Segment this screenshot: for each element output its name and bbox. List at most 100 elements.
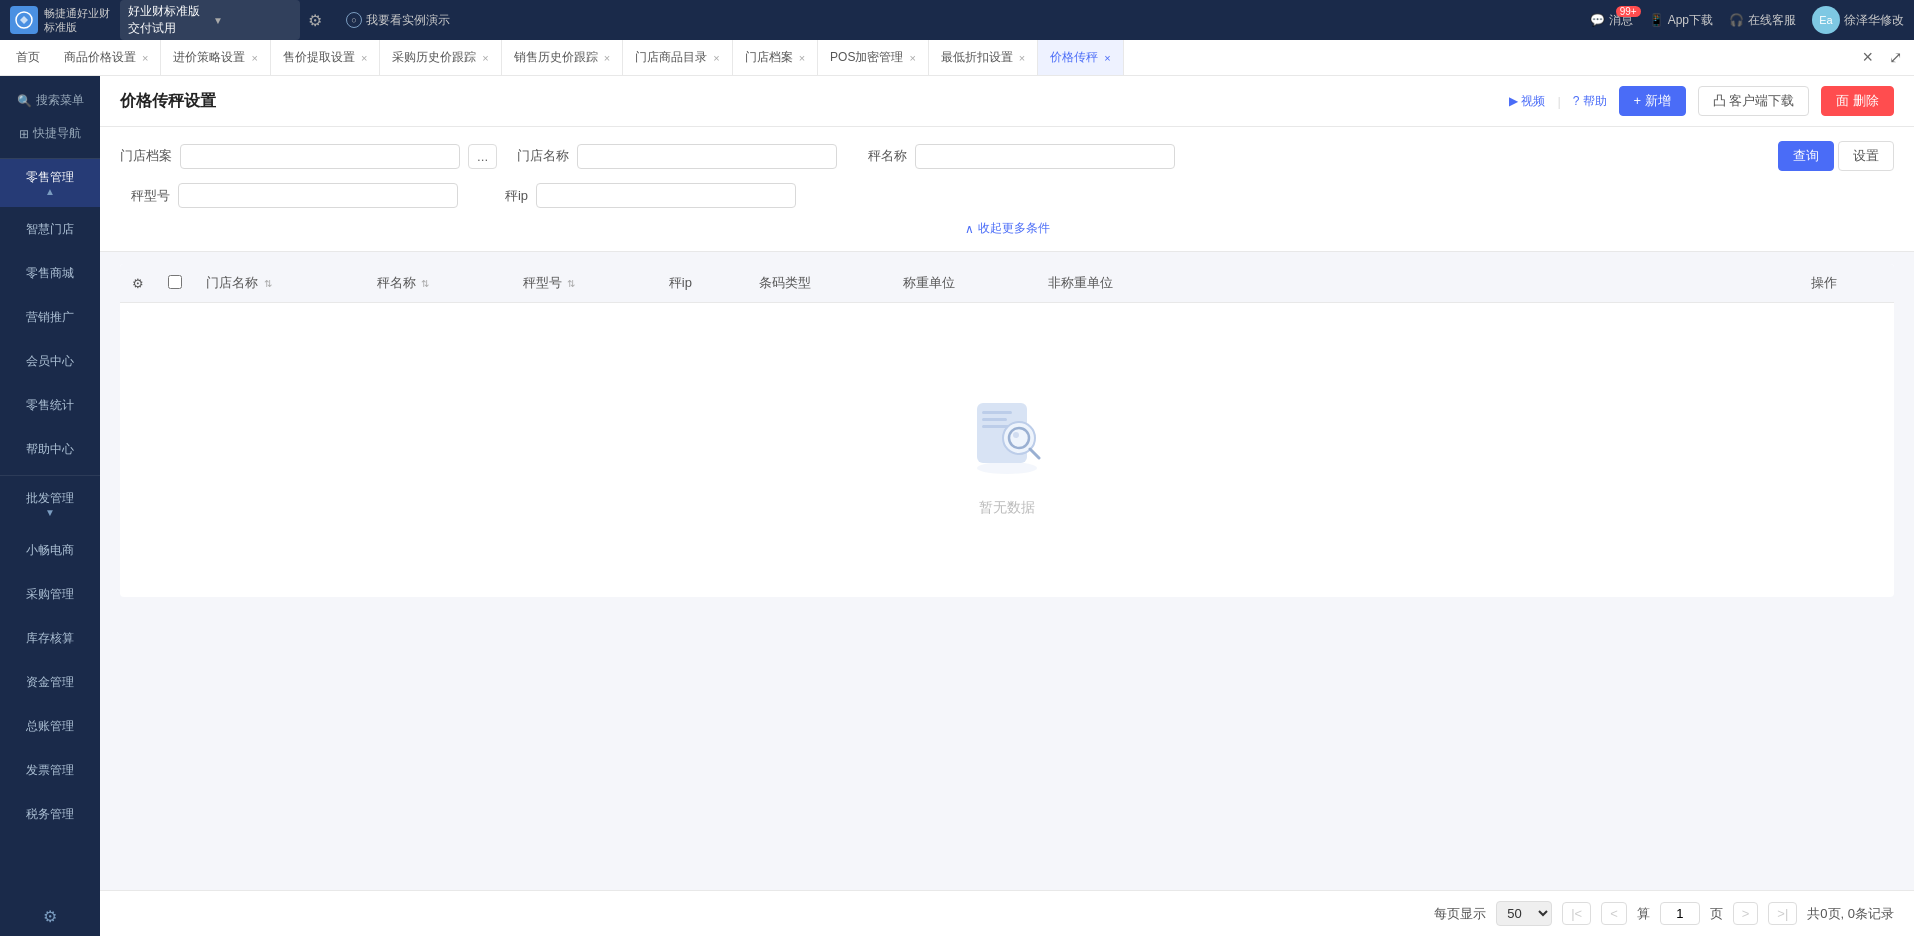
tab-close-icon[interactable]: ×	[1104, 52, 1110, 64]
online-service-btn[interactable]: 🎧 在线客服	[1729, 12, 1796, 29]
sidebar-item-ledger[interactable]: 总账管理	[0, 704, 100, 748]
tab-close-icon[interactable]: ×	[604, 52, 610, 64]
add-button[interactable]: + 新增	[1619, 86, 1686, 116]
demo-circle-icon: ○	[346, 12, 362, 28]
tab-close-icon[interactable]: ×	[142, 52, 148, 64]
sidebar-item-ecommerce[interactable]: 小畅电商	[0, 528, 100, 572]
expand-tab-btn[interactable]: ⤢	[1885, 48, 1906, 67]
scale-model-input[interactable]	[178, 183, 458, 208]
sidebar-item-finance[interactable]: 资金管理	[0, 660, 100, 704]
select-all-checkbox[interactable]	[168, 275, 182, 289]
tab-pos-encrypt[interactable]: POS加密管理 ×	[818, 40, 929, 76]
tab-label: 进价策略设置	[173, 49, 245, 66]
tab-store-archive[interactable]: 门店档案 ×	[733, 40, 818, 76]
tab-min-discount[interactable]: 最低折扣设置 ×	[929, 40, 1038, 76]
tab-label: 采购历史价跟踪	[392, 49, 476, 66]
tab-price-scale[interactable]: 价格传秤 ×	[1038, 40, 1123, 76]
sidebar-item-help[interactable]: 帮助中心	[0, 427, 100, 471]
table-header-row: ⚙ 门店名称 ⇅ 秤名称 ⇅	[120, 264, 1894, 303]
tab-close-icon[interactable]: ×	[251, 52, 257, 64]
tab-purchase-history[interactable]: 采购历史价跟踪 ×	[380, 40, 501, 76]
prev-page-btn[interactable]: <	[1601, 902, 1627, 925]
tab-home[interactable]: 首页	[8, 40, 52, 76]
collapse-btn[interactable]: ∧ 收起更多条件	[120, 220, 1894, 237]
tab-close-icon[interactable]: ×	[799, 52, 805, 64]
page-size-select[interactable]: 10 20 50 100	[1496, 901, 1552, 926]
th-scale-name-label: 秤名称	[377, 275, 416, 290]
messages-btn[interactable]: 💬 消息 99+	[1590, 12, 1633, 29]
th-non-weight-unit: 非称重单位	[1036, 264, 1798, 303]
sidebar-item-label: 帮助中心	[26, 441, 74, 458]
store-name-input[interactable]	[577, 144, 837, 169]
scale-ip-input[interactable]	[536, 183, 796, 208]
tab-close-icon[interactable]: ×	[482, 52, 488, 64]
th-store-name-label: 门店名称	[206, 275, 258, 290]
demo-label: 我要看实例演示	[366, 12, 450, 29]
pagination-summary: 共0页, 0条记录	[1807, 905, 1894, 923]
sidebar-item-retail-mgmt[interactable]: 零售管理 ▲	[0, 159, 100, 207]
sidebar-search-btn[interactable]: 🔍 搜索菜单	[0, 84, 100, 117]
sidebar-item-invoice[interactable]: 发票管理	[0, 748, 100, 792]
collapse-label: 收起更多条件	[978, 220, 1050, 237]
tab-sales-history[interactable]: 销售历史价跟踪 ×	[502, 40, 623, 76]
th-check	[156, 264, 194, 303]
sort-icon[interactable]: ⇅	[421, 278, 429, 289]
tab-close-icon[interactable]: ×	[909, 52, 915, 64]
sidebar-item-marketing[interactable]: 营销推广	[0, 295, 100, 339]
table-body: 暂无数据	[120, 303, 1894, 598]
quick-nav-btn[interactable]: ⊞ 快捷导航	[0, 117, 100, 150]
nav-label: 快捷导航	[33, 125, 81, 142]
tab-close-icon[interactable]: ×	[713, 52, 719, 64]
page-header-actions: ▶ 视频 | ? 帮助 + 新增 凸 客户端下载 面 删除	[1509, 86, 1894, 116]
sidebar-item-purchase[interactable]: 采购管理	[0, 572, 100, 616]
tab-close-icon[interactable]: ×	[1019, 52, 1025, 64]
sidebar-item-inventory[interactable]: 库存核算	[0, 616, 100, 660]
tab-store-catalog[interactable]: 门店商品目录 ×	[623, 40, 732, 76]
svg-point-1	[977, 462, 1037, 474]
version-selector[interactable]: 好业财标准版交付试用 ▼	[120, 0, 300, 40]
online-service-label: 在线客服	[1748, 12, 1796, 29]
sort-icon[interactable]: ⇅	[567, 278, 575, 289]
store-archive-input[interactable]	[180, 144, 460, 169]
help-link[interactable]: ? 帮助	[1573, 93, 1607, 110]
sidebar-item-smart-store[interactable]: 智慧门店	[0, 207, 100, 251]
delete-button[interactable]: 面 删除	[1821, 86, 1894, 116]
demo-link[interactable]: ○ 我要看实例演示	[342, 12, 450, 29]
sidebar-item-retail-mall[interactable]: 零售商城	[0, 251, 100, 295]
last-page-btn[interactable]: >|	[1768, 902, 1797, 925]
settings-icon[interactable]: ⚙	[308, 11, 322, 30]
sort-icon[interactable]: ⇅	[264, 278, 272, 289]
tab-close-icon[interactable]: ×	[361, 52, 367, 64]
page-header: 价格传秤设置 ▶ 视频 | ? 帮助 + 新增 凸 客户端下载 面 删除	[100, 76, 1914, 127]
tab-purchase-strategy[interactable]: 进价策略设置 ×	[161, 40, 270, 76]
tab-price-extract[interactable]: 售价提取设置 ×	[271, 40, 380, 76]
sidebar-item-wholesale[interactable]: 批发管理 ▼	[0, 480, 100, 528]
sidebar-item-retail-stats[interactable]: 零售统计	[0, 383, 100, 427]
filter-row-1: 门店档案 ... 门店名称 秤名称 查询 设置	[120, 141, 1894, 171]
dots-button[interactable]: ...	[468, 144, 497, 169]
user-menu-btn[interactable]: Ea 徐泽华修改	[1812, 6, 1904, 34]
sidebar-item-tax[interactable]: 税务管理	[0, 792, 100, 836]
close-tab-btn[interactable]: ×	[1858, 47, 1877, 68]
app-download-btn[interactable]: 📱 App下载	[1649, 12, 1713, 29]
tab-product-price[interactable]: 商品价格设置 ×	[52, 40, 161, 76]
first-page-btn[interactable]: |<	[1562, 902, 1591, 925]
th-scale-ip: 秤ip	[657, 264, 747, 303]
video-link[interactable]: ▶ 视频	[1509, 93, 1545, 110]
empty-row: 暂无数据	[120, 303, 1894, 598]
logo-icon	[10, 6, 38, 34]
scale-name-input[interactable]	[915, 144, 1175, 169]
download-button[interactable]: 凸 客户端下载	[1698, 86, 1810, 116]
help-label: 帮助	[1583, 93, 1607, 110]
page-number-input[interactable]	[1660, 902, 1700, 925]
gear-icon[interactable]: ⚙	[132, 276, 144, 291]
sidebar-gear-btn[interactable]: ⚙	[0, 897, 100, 936]
sidebar-item-member[interactable]: 会员中心	[0, 339, 100, 383]
next-page-btn[interactable]: >	[1733, 902, 1759, 925]
page-area: 价格传秤设置 ▶ 视频 | ? 帮助 + 新增 凸 客户端下载 面 删除	[100, 76, 1914, 936]
sidebar-item-label: 批发管理	[26, 490, 74, 507]
query-button[interactable]: 查询	[1778, 141, 1834, 171]
tab-bar-end: × ⤢	[1858, 47, 1906, 68]
settings-button[interactable]: 设置	[1838, 141, 1894, 171]
th-store-name: 门店名称 ⇅	[194, 264, 365, 303]
